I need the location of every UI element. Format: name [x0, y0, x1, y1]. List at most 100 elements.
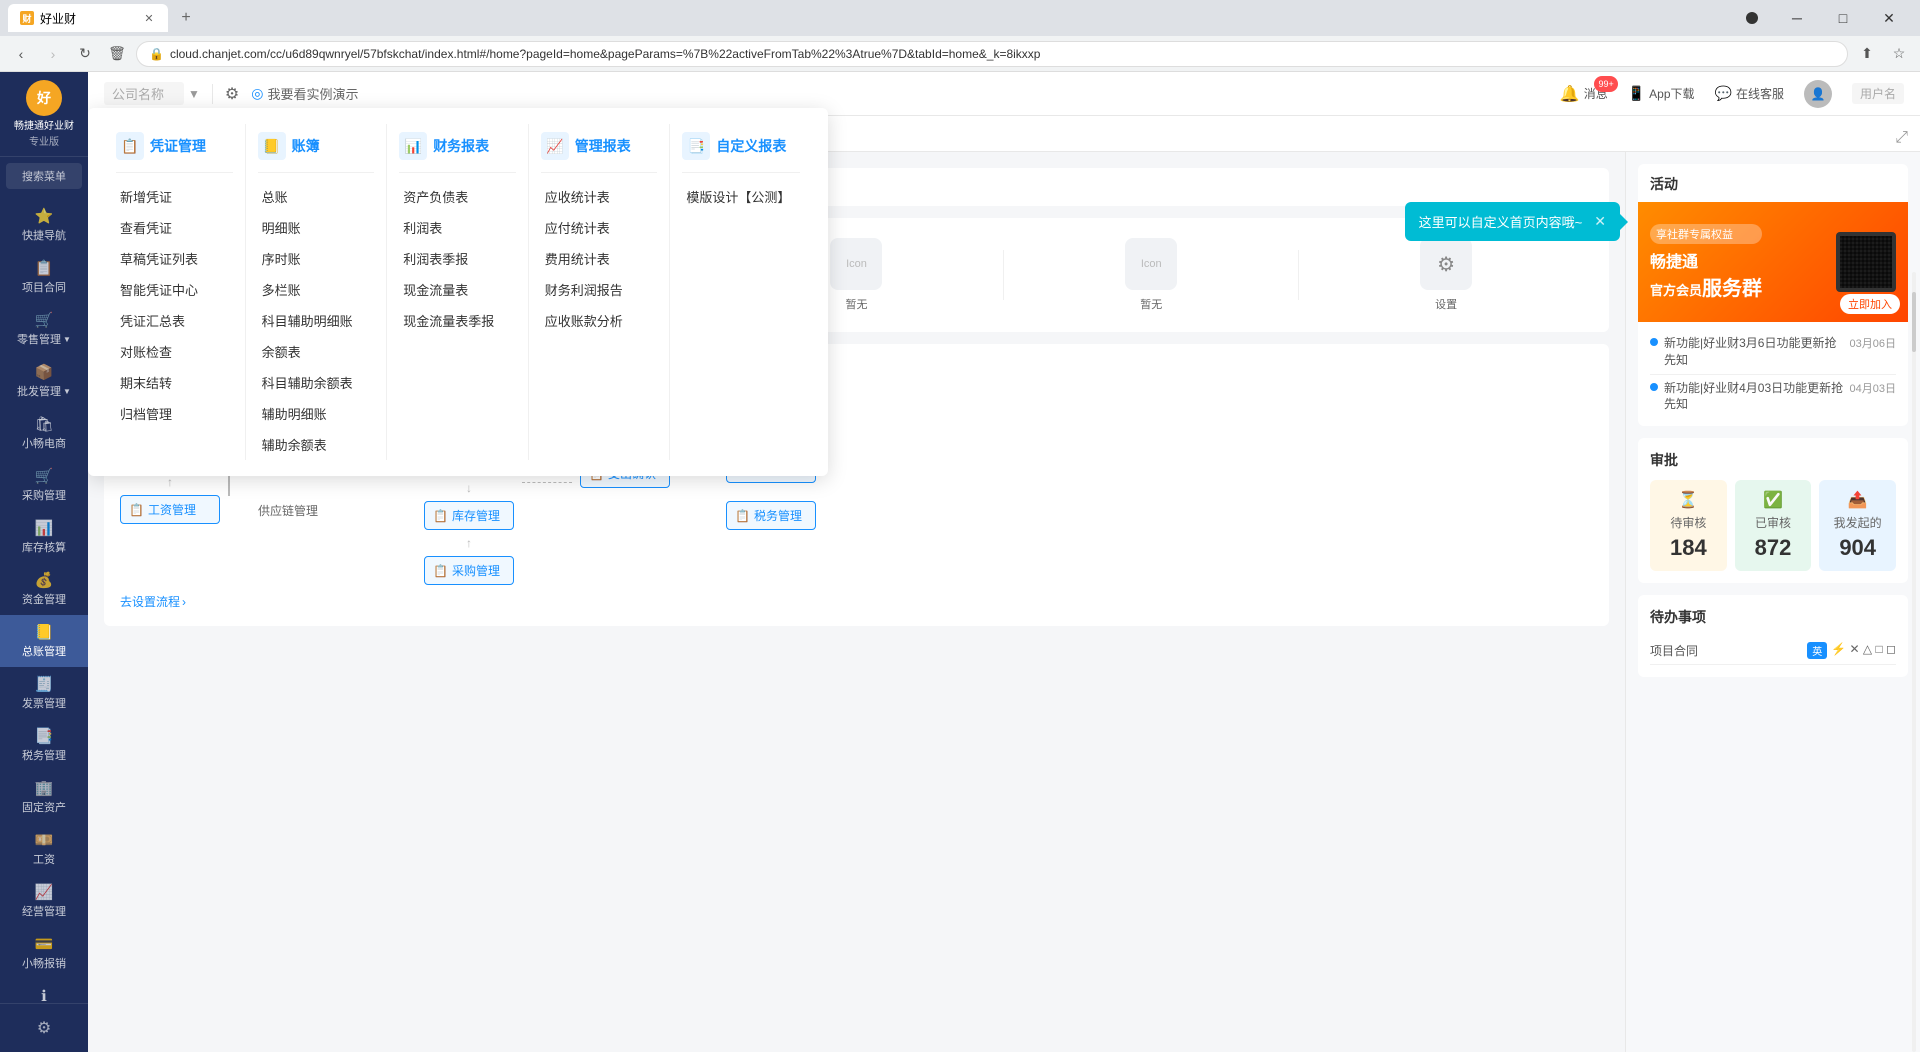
sidebar-settings-icon[interactable]: ⚙ [31, 1012, 57, 1044]
menu-item-archive[interactable]: 归档管理 [116, 398, 233, 429]
address-bar-row: ‹ › ↻ 🗑 🔒 cloud.chanjet.com/cc/u6d89qwnr… [0, 36, 1920, 72]
messages-button[interactable]: 🔔 消息 99+ [1560, 84, 1608, 104]
sidebar-item-payroll[interactable]: 💴 工资 [0, 823, 88, 875]
activity-list: 新功能|好业财3月6日功能更新抢先知 03月06日 新功能|好业财4月03日功能… [1638, 322, 1908, 426]
menu-item-balance-sheet[interactable]: 资产负债表 [399, 181, 516, 212]
sidebar-item-basic[interactable]: ℹ 基础信息 [0, 979, 88, 1003]
expense-icon: 💳 [35, 935, 54, 953]
icon-box-settings: ⚙ [1420, 238, 1472, 290]
close-tab-icon[interactable]: ✕ [142, 11, 156, 25]
tooltip-close-icon[interactable]: ✕ [1594, 213, 1606, 230]
ecommerce-icon: 🛍 [34, 415, 53, 433]
window-controls: ─ □ ✕ [1746, 0, 1912, 36]
nav-home-delete[interactable]: 🗑 [104, 41, 130, 67]
sidebar-item-project[interactable]: 📋 项目合同 [0, 251, 88, 303]
menu-item-voucher-summary[interactable]: 凭证汇总表 [116, 305, 233, 336]
menu-item-subject-balance[interactable]: 科目辅助余额表 [258, 367, 375, 398]
sidebar-item-fund[interactable]: 💰 资金管理 [0, 563, 88, 615]
menu-item-income-quarterly[interactable]: 利润表季报 [399, 243, 516, 274]
banner-text-area: 享社群专属权益 畅捷通 官方会员服务群 [1650, 224, 1762, 301]
menu-item-chronological[interactable]: 序时账 [258, 243, 375, 274]
sidebar-item-invoice[interactable]: 🧾 发票管理 [0, 667, 88, 719]
activity-item-2[interactable]: 新功能|好业财4月03日功能更新抢先知 04月03日 [1650, 375, 1896, 419]
approval-card-pending[interactable]: ⏳ 待审核 184 [1650, 480, 1727, 571]
minimize-button[interactable]: ─ [1774, 0, 1820, 36]
sidebar-item-assets[interactable]: 🏢 固定资产 [0, 771, 88, 823]
menu-item-receivable-stats[interactable]: 应收统计表 [541, 181, 658, 212]
browser-tab[interactable]: 财 好业财 ✕ [8, 4, 168, 32]
menu-item-general-ledger[interactable]: 总账 [258, 181, 375, 212]
menu-item-aux-detail[interactable]: 辅助明细账 [258, 398, 375, 429]
menu-item-cashflow-quarterly[interactable]: 现金流量表季报 [399, 305, 516, 336]
address-bar[interactable]: 🔒 cloud.chanjet.com/cc/u6d89qwnryel/57bf… [136, 41, 1848, 67]
icon-box-3: Icon [830, 238, 882, 290]
icon-item-settings[interactable]: ⚙ 设置 [1299, 230, 1593, 320]
join-group-button[interactable]: 立即加入 [1840, 294, 1900, 314]
menu-item-smart-voucher[interactable]: 智能凭证中心 [116, 274, 233, 305]
sidebar-item-purchase[interactable]: 🛒 采购管理 [0, 459, 88, 511]
menu-item-balance[interactable]: 余额表 [258, 336, 375, 367]
management-section-icon: 📈 [541, 132, 569, 160]
activity-banner[interactable]: 享社群专属权益 畅捷通 官方会员服务群 立即加入 [1638, 202, 1908, 322]
menu-item-expense-stats[interactable]: 费用统计表 [541, 243, 658, 274]
sidebar-item-tax[interactable]: 📑 税务管理 [0, 719, 88, 771]
inventory-node-label: 库存管理 [452, 507, 500, 524]
menu-item-period-end[interactable]: 期末结转 [116, 367, 233, 398]
icon-item-4[interactable]: Icon 暂无 [1004, 230, 1298, 320]
inventory-node[interactable]: 📋 库存管理 [424, 501, 514, 530]
todo-item-1[interactable]: 项目合同 英 ⚡ ✕ △ □ ◻ [1650, 637, 1896, 665]
ledger-section-title: 账簿 [292, 136, 320, 156]
menu-item-aux-balance[interactable]: 辅助余额表 [258, 429, 375, 460]
menu-item-multi-col[interactable]: 多栏账 [258, 274, 375, 305]
new-tab-button[interactable]: + [172, 4, 200, 32]
tax-mgmt-node[interactable]: 📋 税务管理 [726, 501, 816, 530]
sidebar-item-operations[interactable]: 📈 经营管理 [0, 875, 88, 927]
menu-item-template-design[interactable]: 模版设计【公测】 [682, 181, 800, 212]
purchase-node[interactable]: 📋 采购管理 [424, 556, 514, 585]
sidebar-item-expense[interactable]: 💳 小畅报销 [0, 927, 88, 979]
menu-item-payable-stats[interactable]: 应付统计表 [541, 212, 658, 243]
menu-item-add-voucher[interactable]: 新增凭证 [116, 181, 233, 212]
menu-item-draft-voucher[interactable]: 草稿凭证列表 [116, 243, 233, 274]
approval-card-approved[interactable]: ✅ 已审核 872 [1735, 480, 1812, 571]
go-setup-flow[interactable]: 去设置流程 › [120, 593, 1593, 610]
close-window-button[interactable]: ✕ [1866, 0, 1912, 36]
menu-item-profit-report[interactable]: 财务利润报告 [541, 274, 658, 305]
nav-back[interactable]: ‹ [8, 41, 34, 67]
activity-title: 活动 [1638, 164, 1908, 194]
approval-card-sent[interactable]: 📤 我发起的 904 [1819, 480, 1896, 571]
menu-item-reconcile[interactable]: 对账检查 [116, 336, 233, 367]
user-avatar[interactable]: 👤 [1804, 80, 1832, 108]
sidebar-item-shortcuts[interactable]: ⭐ 快捷导航 [0, 199, 88, 251]
nav-forward[interactable]: › [40, 41, 66, 67]
app-download-button[interactable]: 📱 App下载 [1628, 85, 1695, 102]
page-share-icon[interactable]: ⬆ [1854, 41, 1880, 67]
menu-item-view-voucher[interactable]: 查看凭证 [116, 212, 233, 243]
bookmark-icon[interactable]: ☆ [1886, 41, 1912, 67]
sidebar-item-wholesale[interactable]: 📦 批发管理▼ [0, 355, 88, 407]
expand-icon[interactable]: ⤢ [1895, 129, 1908, 151]
ledger-icon: 📒 [35, 623, 54, 641]
menu-item-subject-detail[interactable]: 科目辅助明细账 [258, 305, 375, 336]
sidebar-item-ledger[interactable]: 📒 总账管理 [0, 615, 88, 667]
demo-link[interactable]: ◎ 我要看实例演示 [251, 84, 358, 103]
menu-item-detail-ledger[interactable]: 明细账 [258, 212, 375, 243]
scroll-thumb[interactable] [1912, 292, 1916, 352]
menu-item-receivable-analysis[interactable]: 应收账款分析 [541, 305, 658, 336]
maximize-button[interactable]: □ [1820, 0, 1866, 36]
nav-refresh[interactable]: ↻ [72, 41, 98, 67]
topbar-settings-icon[interactable]: ⚙ [225, 84, 239, 104]
company-selector[interactable]: 公司名称 ▼ [104, 82, 200, 105]
activity-item-1[interactable]: 新功能|好业财3月6日功能更新抢先知 03月06日 [1650, 330, 1896, 375]
icon-he-text-3: Icon [846, 258, 867, 270]
voucher-section-header: 📋 凭证管理 [116, 124, 233, 173]
online-service-button[interactable]: 💬 在线客服 [1715, 85, 1784, 102]
sidebar-item-retail[interactable]: 🛒 零售管理▼ [0, 303, 88, 355]
sidebar-item-ecommerce[interactable]: 🛍 小畅电商 [0, 407, 88, 459]
menu-item-income-statement[interactable]: 利润表 [399, 212, 516, 243]
invoice-label: 发票管理 [22, 695, 66, 711]
menu-item-cashflow[interactable]: 现金流量表 [399, 274, 516, 305]
search-menu-button[interactable]: 搜索菜单 [6, 163, 82, 189]
payroll-node[interactable]: 📋 工资管理 [120, 495, 220, 524]
sidebar-item-inventory[interactable]: 📊 库存核算 [0, 511, 88, 563]
